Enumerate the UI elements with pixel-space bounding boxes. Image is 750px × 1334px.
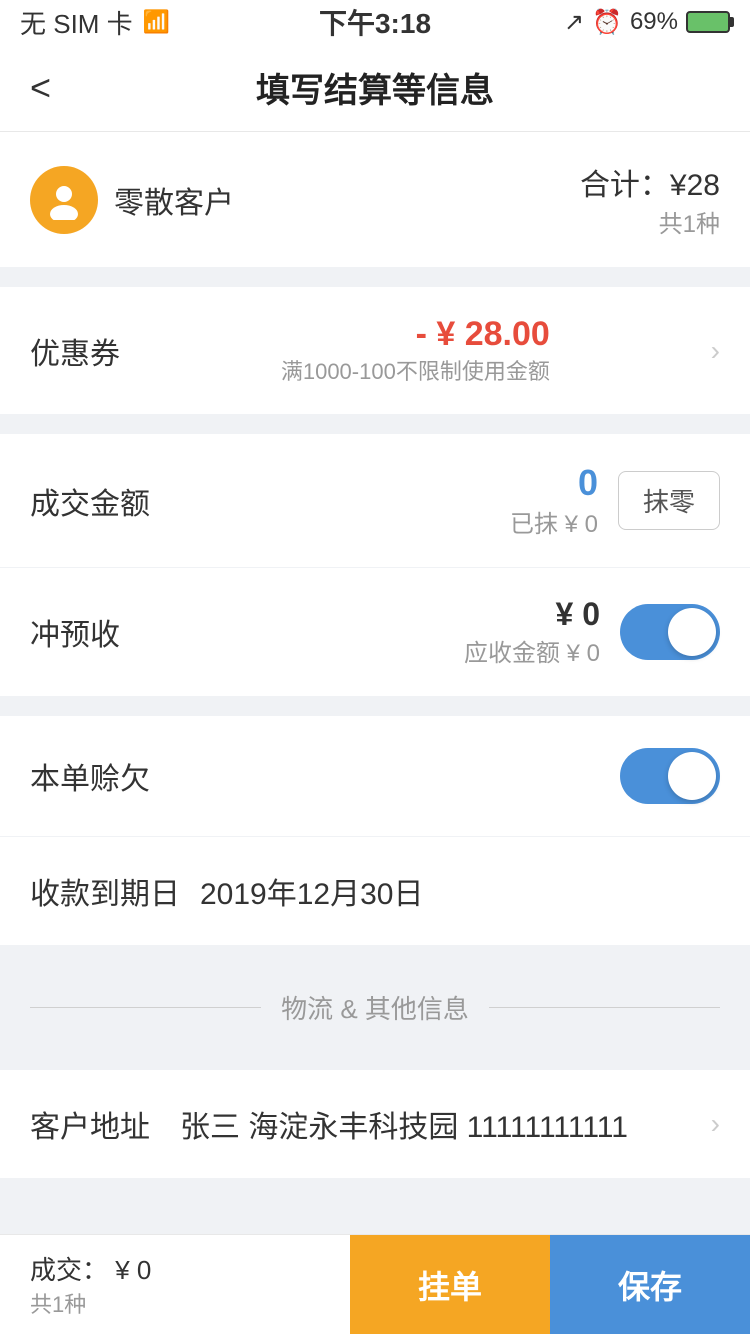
location-icon: ↗	[564, 8, 584, 37]
page-title: 填写结算等信息	[256, 63, 494, 112]
pre-receipt-right: ¥ 0 应收金额 ¥ 0	[464, 596, 720, 668]
save-button[interactable]: 保存	[550, 1235, 750, 1334]
customer-section: 零散客户 合计：¥28 共1种	[0, 132, 750, 267]
pre-value: ¥ 0	[464, 596, 600, 633]
bottom-deal-label: 成交： ¥ 0	[30, 1250, 320, 1287]
status-right: ↗ ⏰ 69%	[564, 8, 730, 37]
credit-row: 本单赊欠	[0, 716, 750, 836]
due-date-section: 收款到期日 2019年12月30日	[0, 836, 750, 945]
avatar	[30, 166, 98, 234]
deal-right: 0 已抹 ¥ 0 抹零	[510, 462, 720, 539]
carrier-label: 无 SIM 卡	[20, 4, 133, 41]
deal-value: 0	[510, 462, 598, 504]
customer-summary: 合计：¥28 共1种	[580, 160, 720, 239]
customer-left: 零散客户	[30, 166, 234, 234]
credit-toggle-thumb	[668, 752, 716, 800]
person-icon	[44, 180, 84, 220]
due-date-row: 收款到期日 2019年12月30日	[0, 837, 750, 945]
credit-section: 本单赊欠	[0, 716, 750, 836]
coupon-row[interactable]: 优惠券 - ¥ 28.00 满1000-100不限制使用金额 ›	[0, 287, 750, 414]
coupon-hint: 满1000-100不限制使用金额	[281, 354, 550, 386]
pre-value-wrap: ¥ 0 应收金额 ¥ 0	[464, 596, 600, 668]
divider-line-left	[30, 1007, 261, 1008]
divider-line-right	[489, 1007, 720, 1008]
section-gap-1	[0, 267, 750, 287]
address-section[interactable]: 客户地址 张三 海淀永丰科技园 11111111111 ›	[0, 1070, 750, 1178]
battery-icon	[686, 11, 730, 33]
bottom-deal-count: 共1种	[30, 1287, 320, 1319]
battery-label: 69%	[630, 8, 678, 36]
customer-name: 零散客户	[114, 178, 234, 222]
bottom-bar: 成交： ¥ 0 共1种 挂单 保存	[0, 1234, 750, 1334]
coupon-section[interactable]: 优惠券 - ¥ 28.00 满1000-100不限制使用金额 ›	[0, 287, 750, 414]
coupon-amount: - ¥ 28.00	[281, 315, 550, 354]
section-gap-3	[0, 696, 750, 716]
pre-receipt-section: 冲预收 ¥ 0 应收金额 ¥ 0	[0, 567, 750, 696]
customer-total: 合计：¥28	[580, 160, 720, 204]
status-time: 下午3:18	[319, 2, 431, 42]
bottom-summary: 成交： ¥ 0 共1种	[0, 1235, 350, 1334]
wifi-icon: 📶	[143, 9, 170, 35]
coupon-right: - ¥ 28.00 满1000-100不限制使用金额	[281, 315, 550, 386]
chevron-right-icon: ›	[711, 335, 720, 367]
address-label: 客户地址	[30, 1102, 150, 1146]
section-gap-4	[0, 945, 750, 965]
coupon-label: 优惠券	[30, 329, 120, 373]
due-date-value: 2019年12月30日	[200, 869, 423, 913]
deal-amount-label: 成交金额	[30, 479, 150, 523]
section-gap-2	[0, 414, 750, 434]
credit-toggle[interactable]	[620, 748, 720, 804]
toggle-thumb	[668, 608, 716, 656]
pre-receipt-label: 冲预收	[30, 610, 120, 654]
back-button[interactable]: <	[30, 67, 51, 109]
pre-receipt-row: 冲预收 ¥ 0 应收金额 ¥ 0	[0, 568, 750, 696]
round-zero-button[interactable]: 抹零	[618, 471, 720, 530]
customer-row: 零散客户 合计：¥28 共1种	[0, 132, 750, 267]
pre-sub: 应收金额 ¥ 0	[464, 633, 600, 668]
section-gap-5	[0, 1050, 750, 1070]
address-value: 张三 海淀永丰科技园 11111111111	[180, 1102, 711, 1146]
credit-label: 本单赊欠	[30, 754, 150, 798]
alarm-icon: ⏰	[592, 8, 622, 37]
logistics-divider: 物流 & 其他信息	[0, 965, 750, 1050]
nav-bar: < 填写结算等信息	[0, 44, 750, 132]
logistics-label: 物流 & 其他信息	[261, 989, 489, 1026]
pre-receipt-toggle[interactable]	[620, 604, 720, 660]
hang-button[interactable]: 挂单	[350, 1235, 550, 1334]
address-chevron-icon: ›	[711, 1108, 720, 1140]
status-left: 无 SIM 卡 📶	[20, 4, 170, 41]
deal-sub: 已抹 ¥ 0	[510, 504, 598, 539]
address-row[interactable]: 客户地址 张三 海淀永丰科技园 11111111111 ›	[0, 1070, 750, 1178]
status-bar: 无 SIM 卡 📶 下午3:18 ↗ ⏰ 69%	[0, 0, 750, 44]
deal-amount-section: 成交金额 0 已抹 ¥ 0 抹零	[0, 434, 750, 567]
deal-amount-row: 成交金额 0 已抹 ¥ 0 抹零	[0, 434, 750, 567]
customer-count: 共1种	[580, 204, 720, 239]
deal-value-wrap: 0 已抹 ¥ 0	[510, 462, 598, 539]
due-date-label: 收款到期日	[30, 869, 180, 913]
